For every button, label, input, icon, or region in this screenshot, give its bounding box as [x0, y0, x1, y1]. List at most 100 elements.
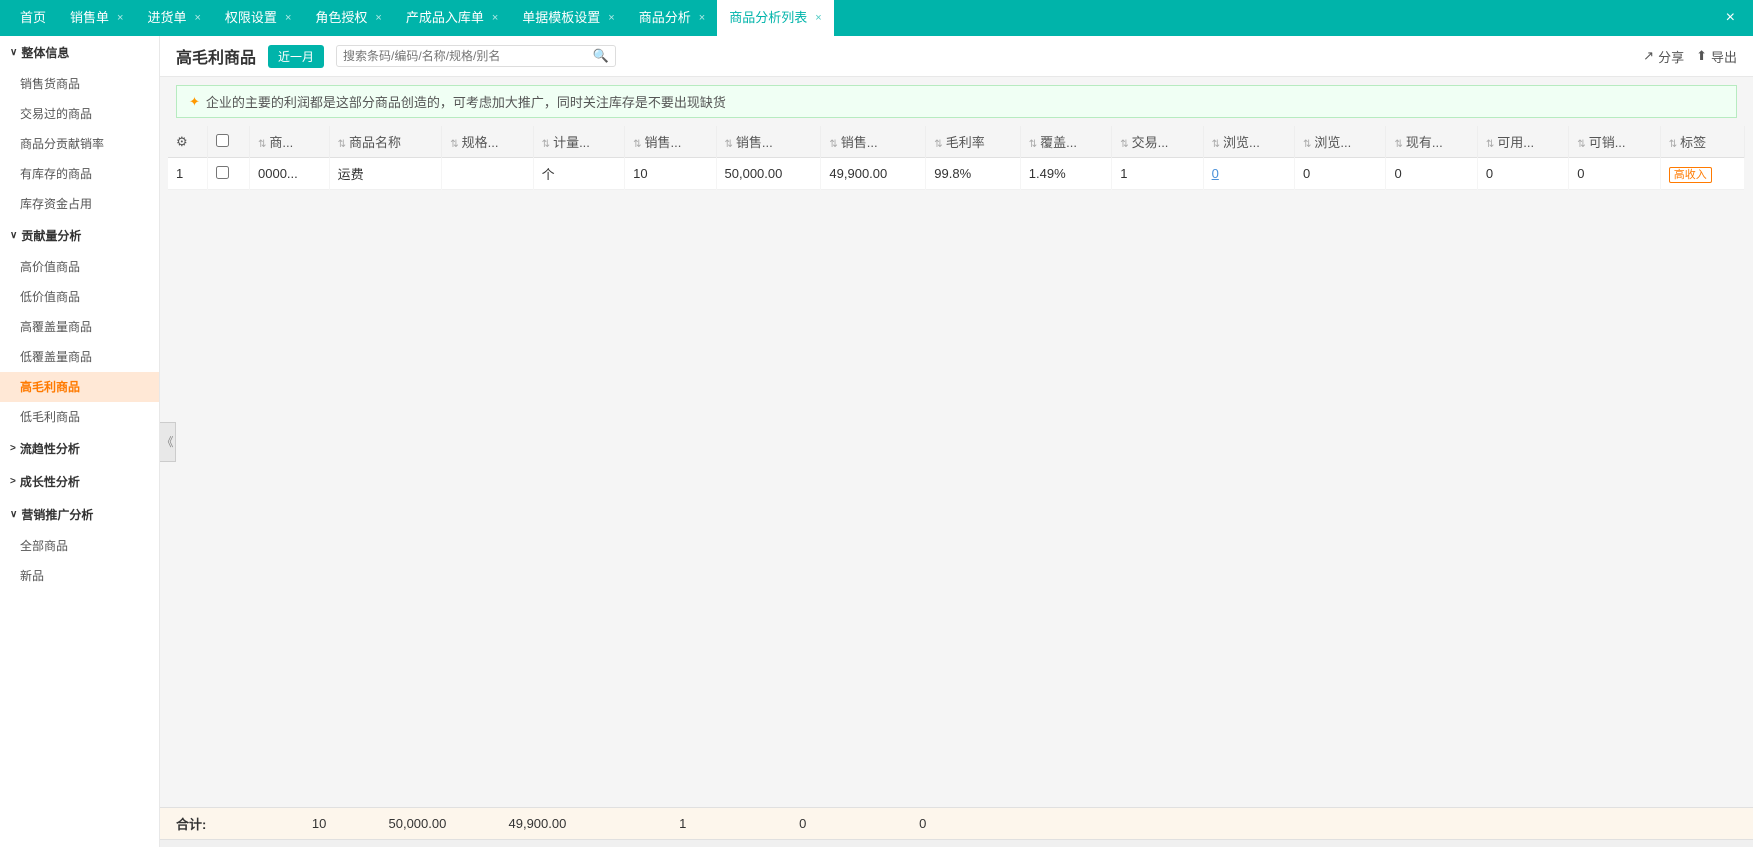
sidebar-item-1-2[interactable]: 高覆盖量商品 — [0, 312, 159, 342]
tag-badge: 高收入 — [1669, 167, 1712, 183]
sidebar-group-0[interactable]: ∨整体信息 — [0, 36, 159, 69]
col-header-sales_profit[interactable]: ⇅销售... — [821, 126, 926, 158]
sort-handle-sales_amt[interactable]: ⇅ — [725, 139, 733, 150]
sidebar-item-1-4[interactable]: 高毛利商品 — [0, 372, 159, 402]
export-button[interactable]: ⬆ 导出 — [1696, 47, 1737, 66]
sort-handle-sku[interactable]: ⇅ — [258, 139, 266, 150]
group-arrow-0: ∨ — [10, 47, 17, 58]
sort-handle-gross_margin[interactable]: ⇅ — [934, 139, 942, 150]
nav-close-icon-6[interactable]: × — [608, 0, 614, 36]
nav-close-icon-1[interactable]: × — [117, 0, 123, 36]
sort-handle-tag[interactable]: ⇅ — [1669, 139, 1677, 150]
nav-close-icon-7[interactable]: × — [699, 0, 705, 36]
row-browse2: 0 — [1295, 158, 1386, 190]
row-unit: 个 — [533, 158, 624, 190]
row-sellable-stock: 0 — [1569, 158, 1660, 190]
row-browse1[interactable]: 0 — [1203, 158, 1294, 190]
col-header-spec[interactable]: ⇅规格... — [442, 126, 533, 158]
col-header-checkbox[interactable] — [207, 126, 249, 158]
col-header-gross_margin[interactable]: ⇅毛利率 — [926, 126, 1020, 158]
col-header-sku[interactable]: ⇅商... — [250, 126, 330, 158]
window-close-button[interactable]: × — [1716, 9, 1745, 27]
sort-handle-spec[interactable]: ⇅ — [450, 139, 458, 150]
col-header-unit[interactable]: ⇅计量... — [533, 126, 624, 158]
sort-handle-available_stock[interactable]: ⇅ — [1486, 139, 1494, 150]
sidebar-item-1-5[interactable]: 低毛利商品 — [0, 402, 159, 432]
row-sku: 0000... — [250, 158, 330, 190]
row-checkbox-input[interactable] — [216, 166, 229, 179]
col-header-settings[interactable]: ⚙ — [168, 126, 207, 158]
sidebar-group-3[interactable]: >成长性分析 — [0, 465, 159, 498]
col-header-browse2[interactable]: ⇅浏览... — [1295, 126, 1386, 158]
sidebar-item-4-1[interactable]: 新品 — [0, 561, 159, 591]
filter-month-button[interactable]: 近一月 — [268, 45, 324, 68]
sidebar-item-0-0[interactable]: 销售货商品 — [0, 69, 159, 99]
sidebar-group-4[interactable]: ∨营销推广分析 — [0, 498, 159, 531]
nav-item-5[interactable]: 产成品入库单× — [394, 0, 510, 36]
sort-handle-sellable_stock[interactable]: ⇅ — [1577, 139, 1585, 150]
export-icon: ⬆ — [1696, 48, 1707, 64]
nav-item-1[interactable]: 销售单× — [58, 0, 135, 36]
sidebar-group-1[interactable]: ∨贡献量分析 — [0, 219, 159, 252]
row-browse1-link[interactable]: 0 — [1212, 166, 1219, 181]
select-all-checkbox[interactable] — [216, 134, 229, 147]
sort-handle-name[interactable]: ⇅ — [338, 139, 346, 150]
nav-item-7[interactable]: 商品分析× — [627, 0, 717, 36]
nav-item-3[interactable]: 权限设置× — [213, 0, 303, 36]
nav-close-icon-4[interactable]: × — [375, 0, 381, 36]
row-checkbox[interactable] — [207, 158, 249, 190]
sidebar-item-4-0[interactable]: 全部商品 — [0, 531, 159, 561]
horizontal-scrollbar[interactable] — [160, 839, 1753, 847]
col-header-sales_qty[interactable]: ⇅销售... — [625, 126, 716, 158]
header-actions: ↗ 分享 ⬆ 导出 — [1643, 47, 1737, 66]
nav-item-6[interactable]: 单据模板设置× — [510, 0, 626, 36]
row-gross-margin: 99.8% — [926, 158, 1020, 190]
sidebar-item-1-1[interactable]: 低价值商品 — [0, 282, 159, 312]
sort-handle-browse1[interactable]: ⇅ — [1212, 139, 1220, 150]
search-icon: 🔍 — [593, 48, 609, 64]
nav-item-4[interactable]: 角色授权× — [303, 0, 393, 36]
sort-handle-transaction[interactable]: ⇅ — [1120, 139, 1128, 150]
nav-item-8[interactable]: 商品分析列表× — [717, 0, 833, 36]
row-transaction: 1 — [1112, 158, 1203, 190]
nav-close-icon-8[interactable]: × — [815, 0, 821, 36]
row-coverage: 1.49% — [1020, 158, 1111, 190]
sort-handle-current_stock[interactable]: ⇅ — [1394, 139, 1402, 150]
row-tag: 高收入 — [1660, 158, 1744, 190]
nav-close-icon-5[interactable]: × — [492, 0, 498, 36]
sidebar-item-0-1[interactable]: 交易过的商品 — [0, 99, 159, 129]
sidebar-group-2[interactable]: >流趋性分析 — [0, 432, 159, 465]
footer-sales-profit: 49,900.00 — [486, 816, 566, 831]
col-header-browse1[interactable]: ⇅浏览... — [1203, 126, 1294, 158]
footer-browse: 0 — [726, 816, 806, 831]
col-header-available_stock[interactable]: ⇅可用... — [1477, 126, 1568, 158]
sort-handle-sales_profit[interactable]: ⇅ — [829, 139, 837, 150]
col-header-transaction[interactable]: ⇅交易... — [1112, 126, 1203, 158]
col-header-sales_amt[interactable]: ⇅销售... — [716, 126, 821, 158]
col-header-sellable_stock[interactable]: ⇅可销... — [1569, 126, 1660, 158]
col-header-tag[interactable]: ⇅标签 — [1660, 126, 1744, 158]
col-header-current_stock[interactable]: ⇅现有... — [1386, 126, 1477, 158]
sort-handle-unit[interactable]: ⇅ — [542, 139, 550, 150]
group-arrow-1: ∨ — [10, 230, 17, 241]
sort-handle-browse2[interactable]: ⇅ — [1303, 139, 1311, 150]
sort-handle-sales_qty[interactable]: ⇅ — [633, 139, 641, 150]
nav-close-icon-2[interactable]: × — [194, 0, 200, 36]
col-header-name[interactable]: ⇅商品名称 — [329, 126, 442, 158]
sidebar-item-1-3[interactable]: 低覆盖量商品 — [0, 342, 159, 372]
nav-item-2[interactable]: 进货单× — [135, 0, 212, 36]
search-input[interactable] — [343, 49, 593, 63]
row-index: 1 — [168, 158, 207, 190]
sidebar-item-1-0[interactable]: 高价值商品 — [0, 252, 159, 282]
nav-item-0[interactable]: 首页 — [8, 0, 58, 36]
nav-close-icon-3[interactable]: × — [285, 0, 291, 36]
sort-handle-coverage[interactable]: ⇅ — [1029, 139, 1037, 150]
row-available-stock: 0 — [1477, 158, 1568, 190]
col-header-coverage[interactable]: ⇅覆盖... — [1020, 126, 1111, 158]
sidebar-item-0-4[interactable]: 库存资金占用 — [0, 189, 159, 219]
content-header: 高毛利商品 近一月 🔍 ↗ 分享 ⬆ 导出 — [160, 36, 1753, 77]
sidebar-item-0-2[interactable]: 商品分贡献销率 — [0, 129, 159, 159]
sidebar-collapse-button[interactable]: 《 — [160, 422, 176, 462]
sidebar-item-0-3[interactable]: 有库存的商品 — [0, 159, 159, 189]
share-button[interactable]: ↗ 分享 — [1643, 47, 1684, 66]
